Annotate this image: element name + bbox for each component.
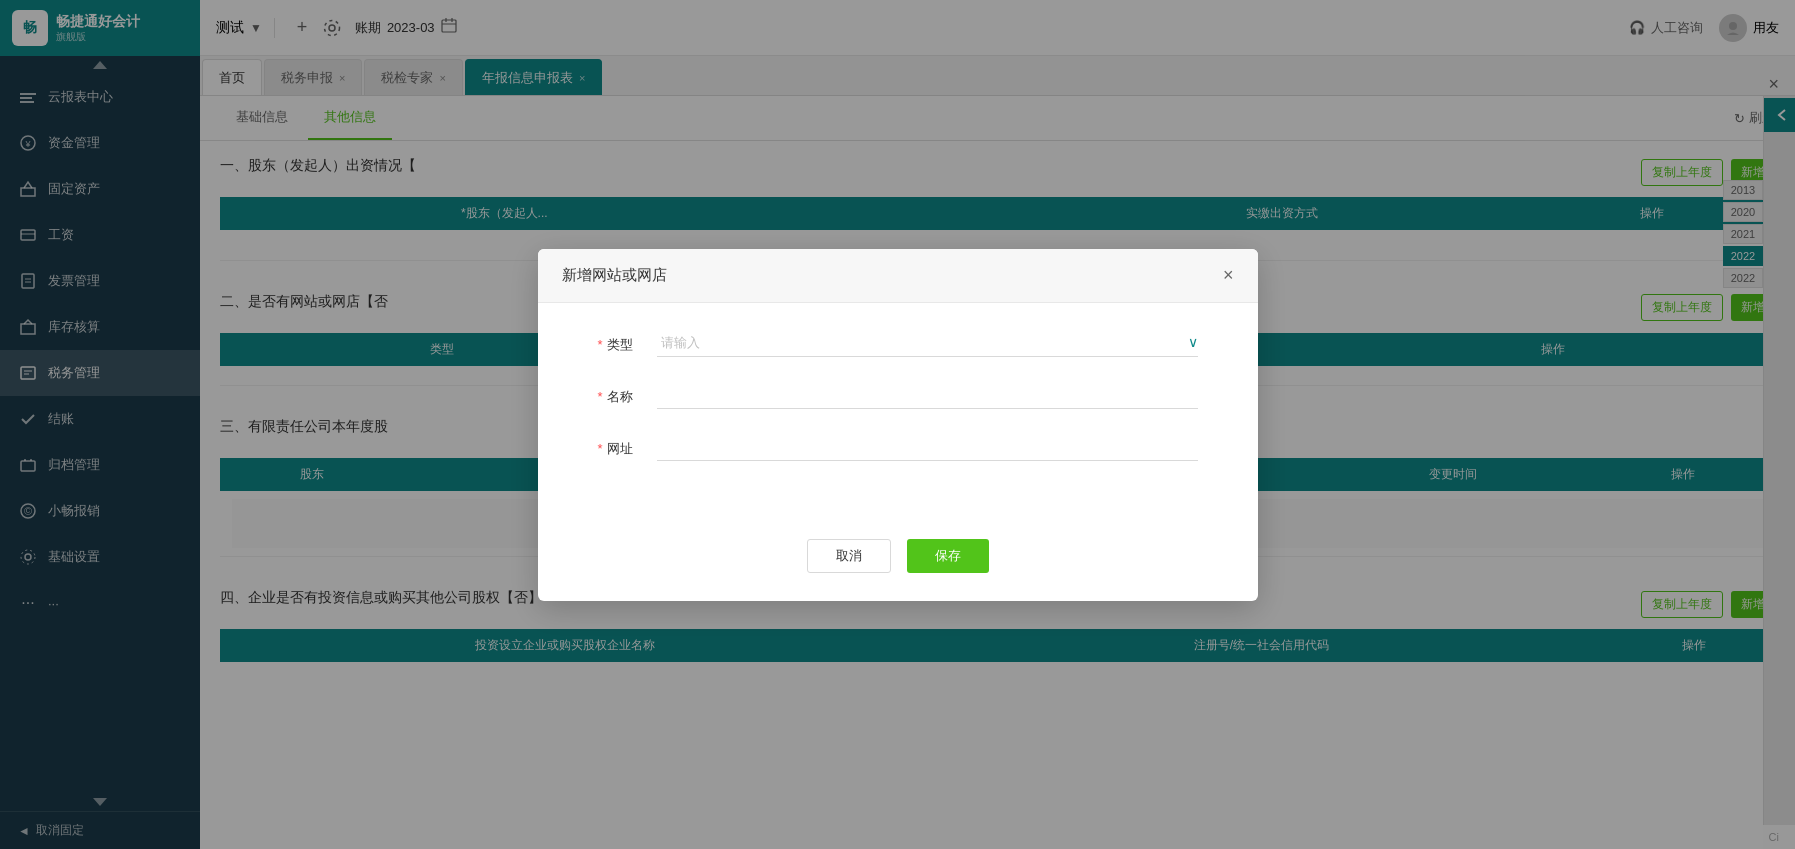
modal-body: * 类型 ∨ * 名称 * 网址 <box>538 303 1258 519</box>
modal: 新增网站或网店 × * 类型 ∨ * 名称 <box>538 249 1258 601</box>
modal-close-button[interactable]: × <box>1223 265 1234 286</box>
field-label-type: 类型 <box>607 336 657 354</box>
form-row-name: * 名称 <box>598 385 1198 409</box>
form-row-type: * 类型 ∨ <box>598 333 1198 357</box>
save-button[interactable]: 保存 <box>907 539 989 573</box>
modal-footer: 取消 保存 <box>538 519 1258 601</box>
modal-overlay[interactable]: 新增网站或网店 × * 类型 ∨ * 名称 <box>0 0 1795 849</box>
form-row-url: * 网址 <box>598 437 1198 461</box>
type-input-wrap: ∨ <box>657 333 1198 357</box>
type-input[interactable] <box>657 333 1188 352</box>
required-star-name: * <box>598 389 603 404</box>
field-label-url: 网址 <box>607 440 657 458</box>
name-input[interactable] <box>657 385 1198 404</box>
field-label-name: 名称 <box>607 388 657 406</box>
modal-header: 新增网站或网店 × <box>538 249 1258 303</box>
dropdown-arrow-icon[interactable]: ∨ <box>1188 334 1198 350</box>
required-star-url: * <box>598 441 603 456</box>
url-input[interactable] <box>657 437 1198 456</box>
modal-title: 新增网站或网店 <box>562 266 667 285</box>
cancel-button[interactable]: 取消 <box>807 539 891 573</box>
name-input-wrap <box>657 385 1198 409</box>
required-star-type: * <box>598 337 603 352</box>
url-input-wrap <box>657 437 1198 461</box>
